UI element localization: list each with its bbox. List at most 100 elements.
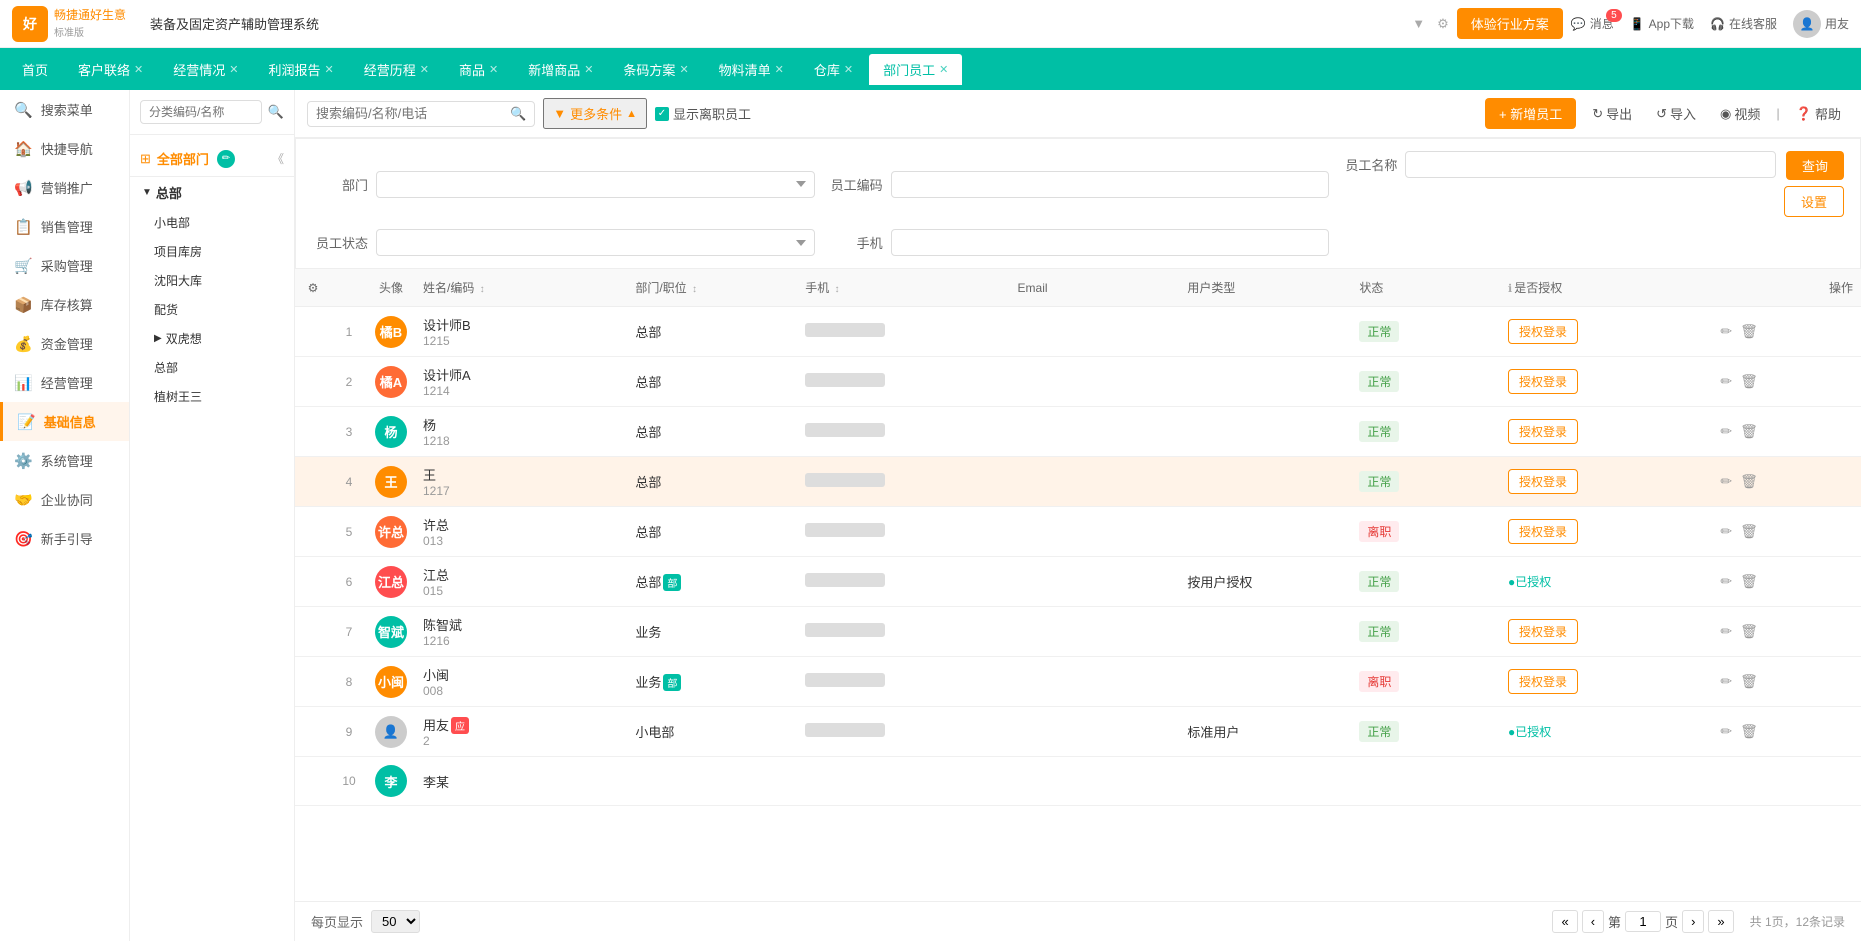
emp-code-input[interactable] [891,171,1330,198]
edit-icon[interactable]: ✏ [1720,723,1732,740]
dept-item-shenyang[interactable]: 沈阳大库 [130,266,294,295]
app-download-action[interactable]: 📱 App下载 [1630,15,1694,32]
auth-cell[interactable]: ●已授权 [1500,557,1712,607]
tab-close-icon[interactable]: ✕ [134,63,143,76]
show-departed-toggle[interactable]: ✓ 显示离职员工 [655,104,751,123]
edit-icon[interactable]: ✏ [1720,673,1732,690]
auth-login-button[interactable]: 授权登录 [1508,369,1578,394]
tab-close-icon[interactable]: ✕ [775,63,784,76]
tab-close-icon[interactable]: ✕ [584,63,593,76]
query-button[interactable]: 查询 [1786,151,1844,180]
dept-search-icon[interactable]: 🔍 [268,104,284,120]
phone-input[interactable] [891,229,1330,256]
delete-icon[interactable]: 🗑 [1740,473,1758,490]
help-button[interactable]: ❓ 帮助 [1788,100,1849,127]
trial-button[interactable]: 体验行业方案 [1457,8,1563,39]
auth-cell[interactable]: 授权登录 [1500,607,1712,657]
all-dept-item[interactable]: ⊞ 全部部门 ✏ 《 [130,141,294,177]
tab-profit[interactable]: 利润报告 ✕ [254,54,347,85]
edit-icon[interactable]: ✏ [1720,473,1732,490]
tab-add-goods[interactable]: 新增商品 ✕ [514,54,607,85]
auth-cell[interactable]: 授权登录 [1500,657,1712,707]
delete-icon[interactable]: 🗑 [1740,573,1758,590]
sidebar-item-quicknav[interactable]: 🏠 快捷导航 [0,129,129,168]
auth-login-button[interactable]: 授权登录 [1508,519,1578,544]
auth-login-button[interactable]: 授权登录 [1508,619,1578,644]
tab-goods[interactable]: 商品 ✕ [445,54,512,85]
edit-icon[interactable]: ✏ [1720,423,1732,440]
prev-page-button[interactable]: ‹ [1582,910,1604,933]
sidebar-item-sales[interactable]: 📋 销售管理 [0,207,129,246]
delete-icon[interactable]: 🗑 [1740,323,1758,340]
emp-status-select[interactable] [376,229,815,256]
tab-close-icon[interactable]: ✕ [420,63,429,76]
sidebar-item-cooperation[interactable]: 🤝 企业协同 [0,480,129,519]
edit-icon[interactable]: ✏ [1720,573,1732,590]
edit-icon[interactable]: ✏ [1720,523,1732,540]
auth-login-button[interactable]: 授权登录 [1508,669,1578,694]
tab-employees[interactable]: 部门员工 ✕ [869,54,962,85]
sidebar-item-inventory[interactable]: 📦 库存核算 [0,285,129,324]
sidebar-item-operations[interactable]: 📊 经营管理 [0,363,129,402]
edit-dept-icon[interactable]: ✏ [217,150,235,168]
dept-item-shuanghu[interactable]: ▶ 双虎想 [130,324,294,353]
sidebar-item-basics[interactable]: 📝 基础信息 [0,402,129,441]
sidebar-item-search[interactable]: 🔍 搜索菜单 [0,90,129,129]
auth-cell[interactable]: 授权登录 [1500,407,1712,457]
sidebar-item-system[interactable]: ⚙️ 系统管理 [0,441,129,480]
first-page-button[interactable]: « [1552,910,1577,933]
search-icon[interactable]: 🔍 [510,106,526,122]
col-phone-header[interactable]: 手机 ↕ [797,269,1009,307]
sidebar-item-finance[interactable]: 💰 资金管理 [0,324,129,363]
auth-cell[interactable]: 授权登录 [1500,307,1712,357]
import-button[interactable]: ↺ 导入 [1648,100,1704,127]
search-input[interactable] [316,106,506,121]
dept-search-input[interactable] [140,100,262,124]
tab-close-icon[interactable]: ✕ [325,63,334,76]
sidebar-item-marketing[interactable]: 📢 营销推广 [0,168,129,207]
dept-item-delivery[interactable]: 配货 [130,295,294,324]
delete-icon[interactable]: 🗑 [1740,623,1758,640]
export-button[interactable]: ↻ 导出 [1584,100,1640,127]
settings-icon[interactable]: ⚙ [1437,16,1449,32]
tab-warehouse[interactable]: 仓库 ✕ [800,54,867,85]
auth-login-button[interactable]: 授权登录 [1508,419,1578,444]
tab-home[interactable]: 首页 [8,54,62,85]
online-service-action[interactable]: 🎧 在线客服 [1710,15,1777,32]
sidebar-item-purchase[interactable]: 🛒 采购管理 [0,246,129,285]
user-action[interactable]: 👤 用友 [1793,10,1849,38]
page-number-input[interactable] [1625,911,1661,932]
edit-icon[interactable]: ✏ [1720,323,1732,340]
edit-icon[interactable]: ✏ [1720,623,1732,640]
dept-item-headquarters[interactable]: ▼ 总部 [130,177,294,208]
dept-item-hq2[interactable]: 总部 [130,353,294,382]
per-page-select[interactable]: 50 [371,910,420,933]
tab-operations[interactable]: 经营情况 ✕ [159,54,252,85]
dept-item-tree-planting[interactable]: 植树王三 [130,382,294,411]
col-settings[interactable]: ⚙ [295,269,331,307]
message-action[interactable]: 💬 消息 5 [1571,15,1614,32]
delete-icon[interactable]: 🗑 [1740,723,1758,740]
delete-icon[interactable]: 🗑 [1740,673,1758,690]
tab-close-icon[interactable]: ✕ [229,63,238,76]
dept-select[interactable] [376,171,815,198]
delete-icon[interactable]: 🗑 [1740,373,1758,390]
form-settings-button[interactable]: 设置 [1784,186,1844,217]
col-dept-header[interactable]: 部门/职位 ↕ [627,269,797,307]
tab-close-icon[interactable]: ✕ [489,63,498,76]
auth-cell[interactable]: 授权登录 [1500,357,1712,407]
tab-barcode[interactable]: 条码方案 ✕ [609,54,702,85]
col-name-header[interactable]: 姓名/编码 ↕ [415,269,627,307]
tab-close-icon[interactable]: ✕ [844,63,853,76]
tab-bom[interactable]: 物料清单 ✕ [705,54,798,85]
dept-item-xiaodibu[interactable]: 小电部 [130,208,294,237]
tab-customer[interactable]: 客户联络 ✕ [64,54,157,85]
system-dropdown-icon[interactable]: ▼ [1412,16,1425,31]
sidebar-item-guide[interactable]: 🎯 新手引导 [0,519,129,558]
last-page-button[interactable]: » [1708,910,1733,933]
delete-icon[interactable]: 🗑 [1740,523,1758,540]
tab-history[interactable]: 经营历程 ✕ [350,54,443,85]
collapse-panel-icon[interactable]: 《 [272,150,284,167]
view-button[interactable]: ◉ 视频 [1712,100,1768,127]
auth-cell[interactable]: ●已授权 [1500,707,1712,757]
